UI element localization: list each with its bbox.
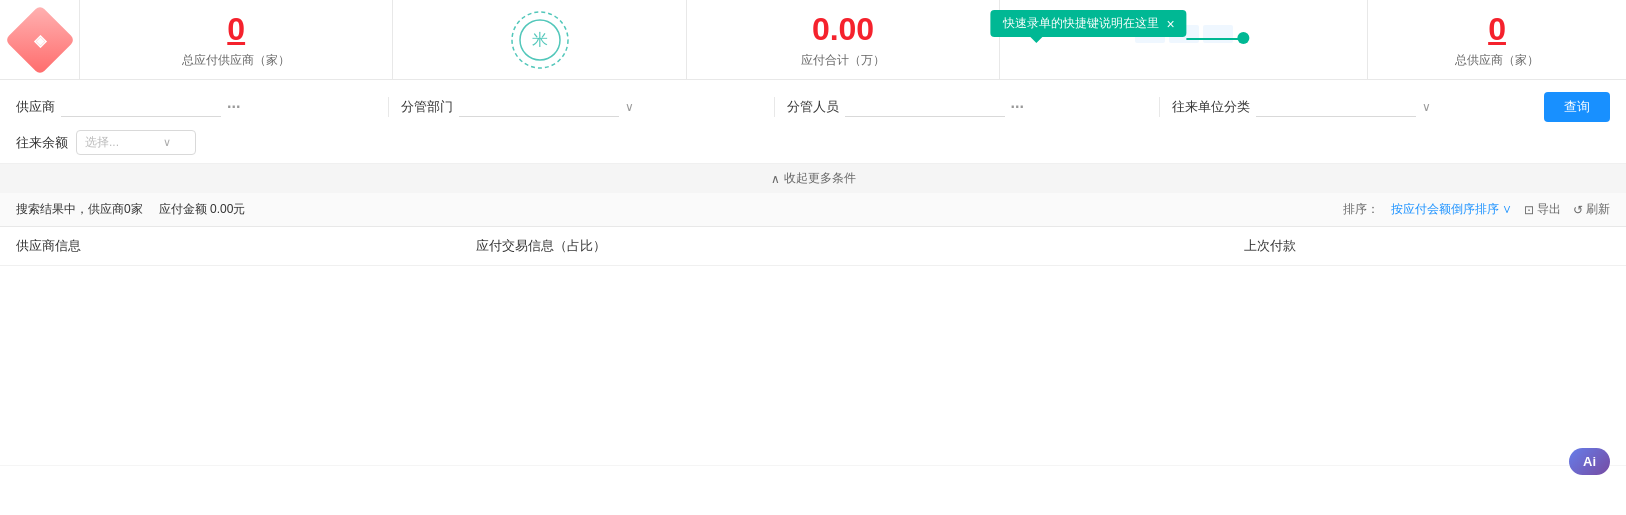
col-header-payable-transaction: 应付交易信息（占比） bbox=[460, 227, 1228, 266]
stats-bar: ◈ 0 总应付供应商（家） 米 0.00 应付合计（万） 快 bbox=[0, 0, 1626, 80]
filter-row-2: 往来余额 选择... ∨ bbox=[16, 130, 1610, 155]
results-left: 搜索结果中，供应商0家 应付金额 0.00元 bbox=[16, 201, 245, 218]
sort-label: 排序： bbox=[1343, 201, 1379, 218]
divider-1 bbox=[388, 97, 389, 117]
department-input[interactable] bbox=[459, 97, 619, 117]
stat-value-payable-total: 0.00 bbox=[812, 10, 874, 48]
divider-2 bbox=[774, 97, 775, 117]
results-right: 排序： 按应付会额倒序排序 ∨ ⊡ 导出 ↺ 刷新 bbox=[1343, 201, 1610, 218]
unit-category-label: 往来单位分类 bbox=[1172, 98, 1250, 116]
empty-area bbox=[0, 266, 1626, 466]
balance-select[interactable]: 选择... ∨ bbox=[76, 130, 196, 155]
results-bar: 搜索结果中，供应商0家 应付金额 0.00元 排序： 按应付会额倒序排序 ∨ ⊡… bbox=[0, 193, 1626, 227]
export-button[interactable]: ⊡ 导出 bbox=[1524, 201, 1561, 218]
balance-label: 往来余额 bbox=[16, 134, 68, 152]
manager-input[interactable] bbox=[845, 97, 1005, 117]
export-label: 导出 bbox=[1537, 201, 1561, 218]
supplier-label: 供应商 bbox=[16, 98, 55, 116]
table-header-row: 供应商信息 应付交易信息（占比） 上次付款 bbox=[0, 227, 1626, 266]
stat-value-payable-suppliers: 0 bbox=[227, 10, 245, 48]
table-body bbox=[0, 266, 1626, 466]
stat-value-total-suppliers: 0 bbox=[1488, 10, 1506, 48]
filter-row-1: 供应商 ··· 分管部门 ∨ 分管人员 ··· 往来单位分类 ∨ 查询 bbox=[16, 92, 1610, 122]
col-header-last-payment: 上次付款 bbox=[1228, 227, 1626, 266]
payable-amount-label: 应付金额 0.00元 bbox=[159, 201, 246, 218]
sort-arrow: ∨ bbox=[1502, 202, 1512, 216]
balance-arrow: ∨ bbox=[163, 136, 171, 149]
empty-row bbox=[0, 266, 1626, 466]
tooltip-dot bbox=[1238, 32, 1250, 44]
tooltip-text: 快速录单的快捷键说明在这里 bbox=[1003, 15, 1159, 32]
decorative-icon: 米 bbox=[510, 10, 570, 70]
data-table: 供应商信息 应付交易信息（占比） 上次付款 bbox=[0, 227, 1626, 466]
stat-icon-item: 米 bbox=[393, 0, 686, 79]
refresh-icon: ↺ bbox=[1573, 203, 1583, 217]
table-header: 供应商信息 应付交易信息（占比） 上次付款 bbox=[0, 227, 1626, 266]
department-arrow[interactable]: ∨ bbox=[625, 100, 634, 114]
stat-total-suppliers: 0 总供应商（家） bbox=[1368, 0, 1626, 79]
stat-total-payable-suppliers: 0 总应付供应商（家） bbox=[80, 0, 393, 79]
collapse-icon: ∧ bbox=[771, 172, 780, 186]
divider-3 bbox=[1159, 97, 1160, 117]
filter-group-manager: 分管人员 ··· bbox=[787, 97, 1147, 117]
collapse-bar: ∧ 收起更多条件 bbox=[0, 164, 1626, 193]
filter-group-department: 分管部门 ∨ bbox=[401, 97, 761, 117]
stat-ghost-area: 快速录单的快捷键说明在这里 × bbox=[1000, 0, 1368, 79]
stat-label-payable-suppliers: 总应付供应商（家） bbox=[182, 52, 290, 69]
search-button[interactable]: 查询 bbox=[1544, 92, 1610, 122]
filter-group-supplier: 供应商 ··· bbox=[16, 97, 376, 117]
stat-label-payable-total: 应付合计（万） bbox=[801, 52, 885, 69]
ai-button[interactable]: Ai bbox=[1569, 448, 1610, 466]
sort-select-button[interactable]: 按应付会额倒序排序 ∨ bbox=[1391, 201, 1512, 218]
stat-label-total-suppliers: 总供应商（家） bbox=[1455, 52, 1539, 69]
stat-payable-total: 0.00 应付合计（万） bbox=[687, 0, 1000, 79]
supplier-dots[interactable]: ··· bbox=[227, 98, 240, 116]
collapse-button[interactable]: ∧ 收起更多条件 bbox=[771, 170, 856, 187]
department-label: 分管部门 bbox=[401, 98, 453, 116]
collapse-label: 收起更多条件 bbox=[784, 170, 856, 187]
unit-category-input[interactable] bbox=[1256, 97, 1416, 117]
filter-group-unit-category: 往来单位分类 ∨ bbox=[1172, 97, 1532, 117]
svg-text:米: 米 bbox=[532, 31, 548, 48]
refresh-label: 刷新 bbox=[1586, 201, 1610, 218]
refresh-button[interactable]: ↺ 刷新 bbox=[1573, 201, 1610, 218]
export-icon: ⊡ bbox=[1524, 203, 1534, 217]
supplier-input[interactable] bbox=[61, 97, 221, 117]
search-result-label: 搜索结果中，供应商0家 bbox=[16, 201, 143, 218]
tooltip-popup: 快速录单的快捷键说明在这里 × bbox=[991, 10, 1187, 37]
balance-placeholder: 选择... bbox=[85, 134, 119, 151]
logo-area: ◈ bbox=[0, 0, 80, 79]
manager-dots[interactable]: ··· bbox=[1011, 98, 1024, 116]
filter-bar: 供应商 ··· 分管部门 ∨ 分管人员 ··· 往来单位分类 ∨ 查询 往来余额 bbox=[0, 80, 1626, 164]
unit-category-arrow[interactable]: ∨ bbox=[1422, 100, 1431, 114]
manager-label: 分管人员 bbox=[787, 98, 839, 116]
sort-option-label: 按应付会额倒序排序 bbox=[1391, 202, 1499, 216]
tooltip-close-icon[interactable]: × bbox=[1167, 17, 1175, 31]
col-header-supplier-info: 供应商信息 bbox=[0, 227, 460, 266]
